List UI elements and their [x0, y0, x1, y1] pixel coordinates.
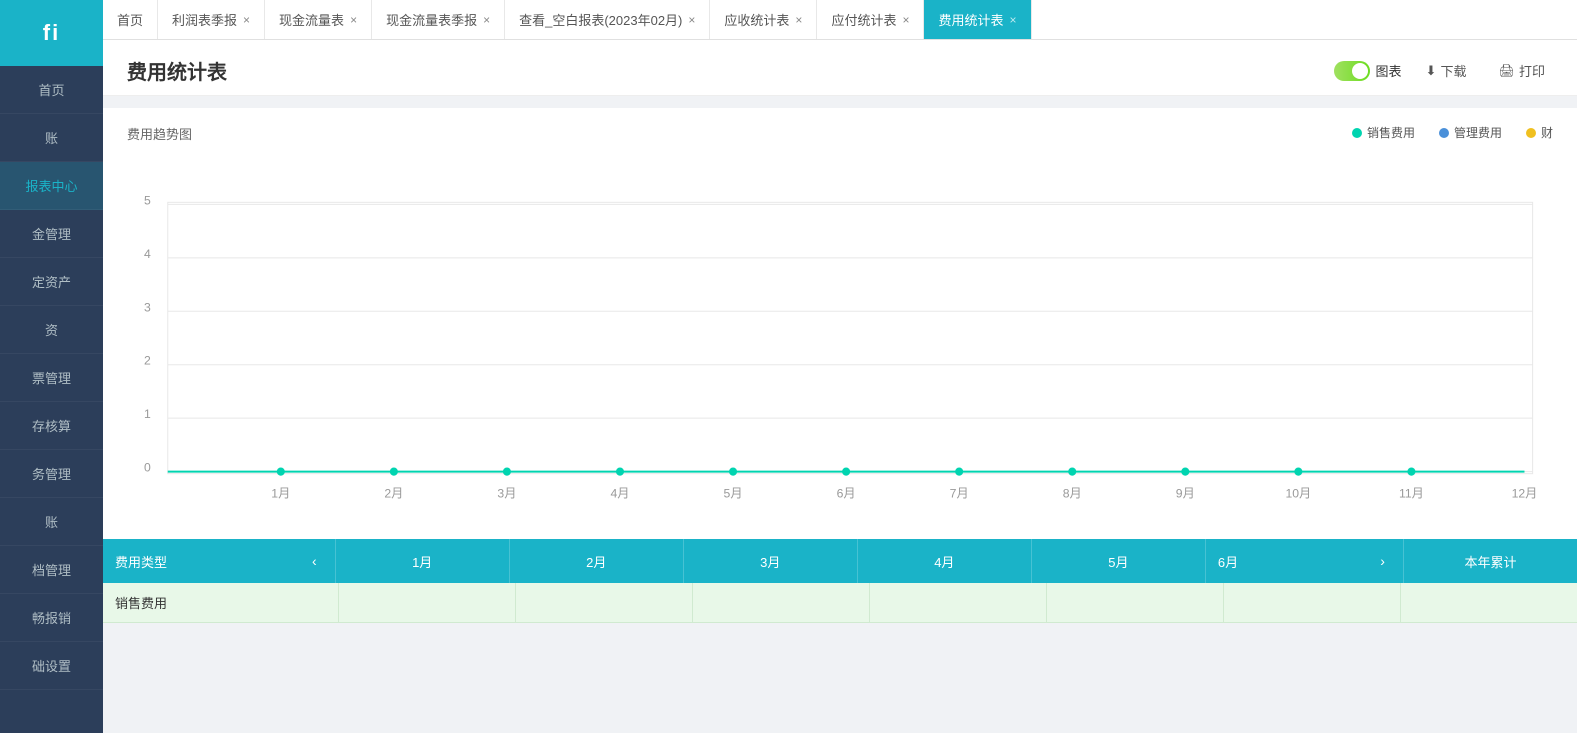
legend-dot-management	[1439, 128, 1449, 138]
svg-text:4月: 4月	[610, 486, 629, 500]
print-button[interactable]: 🖨 打印	[1490, 57, 1553, 84]
col-header-m2: 2月	[510, 539, 684, 583]
sidebar-item-ledger[interactable]: 账	[0, 498, 103, 546]
col-header-m5: 5月	[1032, 539, 1206, 583]
row-ytd	[1401, 583, 1577, 622]
svg-text:1: 1	[144, 407, 151, 421]
sidebar-item-salary[interactable]: 资	[0, 306, 103, 354]
row-type: 销售费用	[103, 583, 339, 622]
legend-dot-finance	[1526, 128, 1536, 138]
toggle-track[interactable]	[1334, 61, 1370, 81]
table-row: 销售费用	[103, 583, 1577, 623]
sidebar-item-home[interactable]: 首页	[0, 66, 103, 114]
download-button[interactable]: ⬇ 下载	[1418, 57, 1475, 84]
svg-text:12月: 12月	[1512, 486, 1538, 500]
tab-profit[interactable]: 利润表季报 ×	[158, 0, 265, 40]
row-m2	[516, 583, 693, 622]
tab-receivable[interactable]: 应收统计表 ×	[710, 0, 817, 40]
header-actions: 图表 ⬇ 下载 🖨 打印	[1334, 57, 1553, 84]
chart-toggle[interactable]: 图表	[1334, 61, 1402, 81]
col-header-m3: 3月	[684, 539, 858, 583]
sidebar-item-settings[interactable]: 础设置	[0, 642, 103, 690]
svg-text:6月: 6月	[837, 486, 856, 500]
row-m3	[693, 583, 870, 622]
main-area: 首页 利润表季报 × 现金流量表 × 现金流量表季报 × 查看_空白报表(202…	[103, 0, 1577, 733]
sidebar-item-account[interactable]: 账	[0, 114, 103, 162]
tab-close-blank-report[interactable]: ×	[688, 13, 695, 27]
col-header-ytd: 本年累计	[1404, 539, 1577, 583]
download-icon: ⬇	[1426, 63, 1437, 79]
tab-bar: 首页 利润表季报 × 现金流量表 × 现金流量表季报 × 查看_空白报表(202…	[103, 0, 1577, 40]
chart-container: 0 1 2 3 4 5	[127, 153, 1553, 523]
tab-close-payable[interactable]: ×	[902, 13, 909, 27]
legend-dot-sales	[1352, 128, 1362, 138]
tab-blank-report[interactable]: 查看_空白报表(2023年02月) ×	[505, 0, 710, 40]
tab-close-expense-stat[interactable]: ×	[1009, 13, 1016, 27]
toggle-label: 图表	[1376, 61, 1402, 80]
table-header: 费用类型 ‹ 1月 2月 3月 4月 5月 6月 › 本年累计	[103, 539, 1577, 583]
table-section: 费用类型 ‹ 1月 2月 3月 4月 5月 6月 › 本年累计 销售费用	[103, 539, 1577, 623]
tab-close-receivable[interactable]: ×	[795, 13, 802, 27]
next-arrow[interactable]: ›	[1374, 551, 1391, 571]
tab-close-profit[interactable]: ×	[243, 13, 250, 27]
sidebar-item-expense[interactable]: 畅报销	[0, 594, 103, 642]
tab-close-cashflow[interactable]: ×	[350, 13, 357, 27]
svg-text:10月: 10月	[1285, 486, 1311, 500]
svg-text:8月: 8月	[1063, 486, 1082, 500]
sidebar-logo: fi	[0, 0, 103, 66]
sidebar-item-inventory[interactable]: 存核算	[0, 402, 103, 450]
chart-legend: 销售费用 管理费用 财	[1352, 124, 1553, 141]
svg-text:3: 3	[144, 300, 151, 314]
tab-cashflow-q[interactable]: 现金流量表季报 ×	[372, 0, 505, 40]
chart-title: 费用趋势图	[127, 124, 192, 143]
sidebar: fi 首页 账 报表中心 金管理 定资产 资 票管理 存核算 务管理 账 档管理…	[0, 0, 103, 733]
print-icon: 🖨	[1498, 63, 1515, 79]
tab-home[interactable]: 首页	[103, 0, 158, 40]
tab-cashflow[interactable]: 现金流量表 ×	[265, 0, 372, 40]
legend-management: 管理费用	[1439, 124, 1502, 141]
col-header-m6: 6月 ›	[1206, 539, 1404, 583]
chart-section: 费用趋势图 销售费用 管理费用 财	[103, 108, 1577, 539]
svg-text:2月: 2月	[384, 486, 403, 500]
row-m5	[1047, 583, 1224, 622]
svg-text:4: 4	[144, 247, 151, 261]
page-header: 费用统计表 图表 ⬇ 下载 🖨 打印	[103, 40, 1577, 96]
sidebar-item-invoice[interactable]: 票管理	[0, 354, 103, 402]
svg-text:7月: 7月	[950, 486, 969, 500]
sidebar-item-report[interactable]: 报表中心	[0, 162, 103, 210]
svg-text:11月: 11月	[1399, 486, 1424, 500]
row-m6	[1224, 583, 1401, 622]
tab-payable[interactable]: 应付统计表 ×	[817, 0, 924, 40]
svg-text:0: 0	[144, 461, 151, 475]
svg-text:2: 2	[144, 354, 151, 368]
row-m4	[870, 583, 1047, 622]
svg-text:5: 5	[144, 193, 151, 207]
svg-text:1月: 1月	[271, 486, 290, 500]
svg-text:5月: 5月	[724, 486, 743, 500]
row-m1	[339, 583, 516, 622]
col-header-m1: 1月	[336, 539, 510, 583]
prev-arrow[interactable]: ‹	[306, 551, 323, 571]
chart-svg: 0 1 2 3 4 5	[127, 153, 1553, 523]
toggle-thumb	[1352, 63, 1368, 79]
sidebar-item-cashier[interactable]: 金管理	[0, 210, 103, 258]
sidebar-item-service[interactable]: 务管理	[0, 450, 103, 498]
col-header-type: 费用类型 ‹	[103, 539, 336, 583]
col-header-m4: 4月	[858, 539, 1032, 583]
sidebar-item-archive[interactable]: 档管理	[0, 546, 103, 594]
sidebar-item-fixed-assets[interactable]: 定资产	[0, 258, 103, 306]
legend-sales: 销售费用	[1352, 124, 1415, 141]
tab-expense-stat[interactable]: 费用统计表 ×	[924, 0, 1031, 40]
svg-text:3月: 3月	[497, 486, 516, 500]
content-area: 费用统计表 图表 ⬇ 下载 🖨 打印	[103, 40, 1577, 733]
page-title: 费用统计表	[127, 56, 227, 85]
tab-close-cashflow-q[interactable]: ×	[483, 13, 490, 27]
legend-finance: 财	[1526, 124, 1553, 141]
svg-text:9月: 9月	[1176, 486, 1195, 500]
